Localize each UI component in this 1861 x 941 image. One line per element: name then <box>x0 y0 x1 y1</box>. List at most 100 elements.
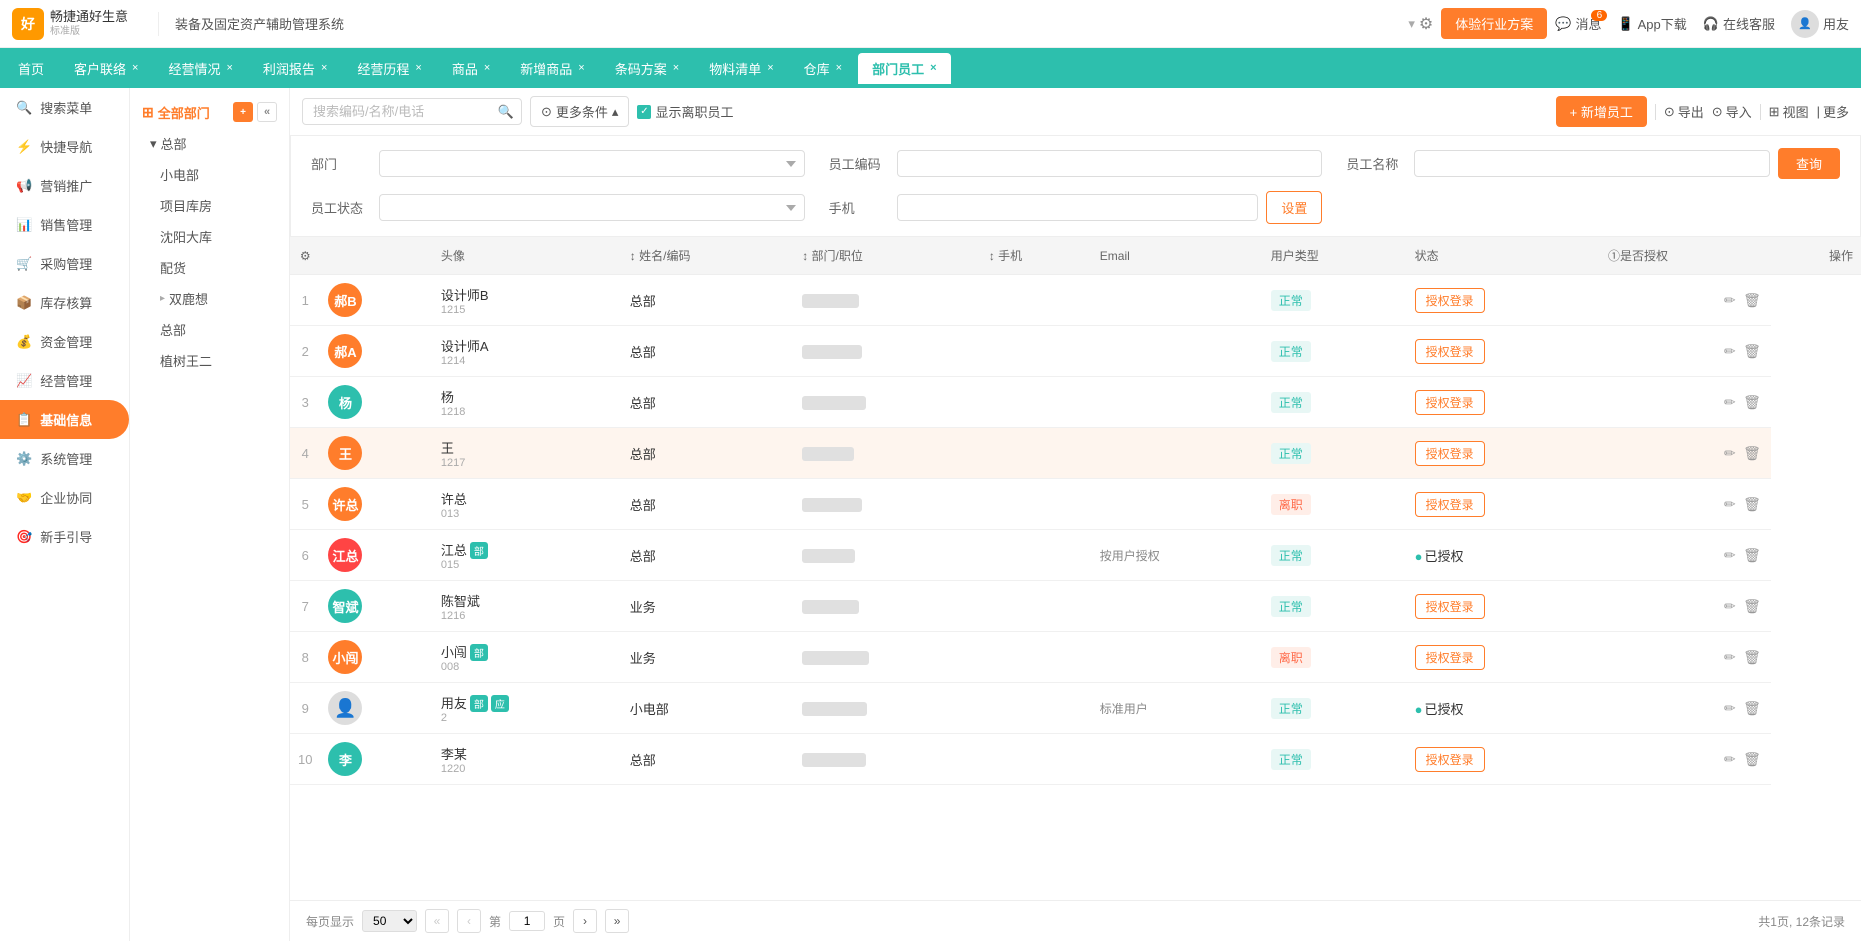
close-tab-icon[interactable]: × <box>836 62 842 74</box>
page-number-input[interactable] <box>509 911 545 931</box>
trial-button[interactable]: 体验行业方案 <box>1441 8 1547 39</box>
edit-button[interactable]: ✏ <box>1724 751 1736 767</box>
auth-login-button[interactable]: 授权登录 <box>1415 747 1485 772</box>
sidebar-item-系统管理[interactable]: ⚙️系统管理 <box>0 439 129 478</box>
nav-tab-物料清单[interactable]: 物料清单 × <box>695 53 787 84</box>
gear-icon[interactable]: ⚙ <box>1419 14 1433 34</box>
sidebar-item-基础信息[interactable]: 📋基础信息 <box>0 400 129 439</box>
dept-tree-item[interactable]: 小电部 <box>130 159 289 190</box>
dept-tree-item[interactable]: 沈阳大库 <box>130 221 289 252</box>
delete-button[interactable]: 🗑 <box>1743 343 1761 359</box>
export-button[interactable]: ⊙ 导出 <box>1664 102 1704 121</box>
delete-button[interactable]: 🗑 <box>1743 649 1761 665</box>
search-icon[interactable]: 🔍 <box>498 104 514 120</box>
collapse-dept-icon[interactable]: « <box>257 102 277 122</box>
edit-button[interactable]: ✏ <box>1724 547 1736 563</box>
close-tab-icon[interactable]: × <box>226 62 232 74</box>
delete-button[interactable]: 🗑 <box>1743 547 1761 563</box>
emp-code-input[interactable] <box>897 150 1323 177</box>
edit-button[interactable]: ✏ <box>1724 394 1736 410</box>
view-switch-button[interactable]: ⊞ 视图 <box>1769 102 1809 121</box>
emp-status-select[interactable] <box>379 194 805 221</box>
more-filter-button[interactable]: ⊙ 更多条件 ▴ <box>530 96 629 127</box>
next-page-button[interactable]: › <box>573 909 597 933</box>
nav-tab-客户联络[interactable]: 客户联络 × <box>60 53 152 84</box>
sidebar-item-经营管理[interactable]: 📈经营管理 <box>0 361 129 400</box>
delete-button[interactable]: 🗑 <box>1743 445 1761 461</box>
sidebar-item-企业协同[interactable]: 🤝企业协同 <box>0 478 129 517</box>
delete-button[interactable]: 🗑 <box>1743 700 1761 716</box>
auth-login-button[interactable]: 授权登录 <box>1415 339 1485 364</box>
close-tab-icon[interactable]: × <box>321 62 327 74</box>
nav-tab-商品[interactable]: 商品 × <box>438 53 504 84</box>
dept-tree-item[interactable]: 项目库房 <box>130 190 289 221</box>
delete-button[interactable]: 🗑 <box>1743 598 1761 614</box>
close-tab-icon[interactable]: × <box>673 62 679 74</box>
edit-button[interactable]: ✏ <box>1724 700 1736 716</box>
close-tab-icon[interactable]: × <box>132 62 138 74</box>
show-resigned-toggle[interactable]: ✓ 显示离职员工 <box>637 102 733 121</box>
delete-button[interactable]: 🗑 <box>1743 751 1761 767</box>
auth-login-button[interactable]: 授权登录 <box>1415 441 1485 466</box>
auth-login-button[interactable]: 授权登录 <box>1415 645 1485 670</box>
auth-login-button[interactable]: 授权登录 <box>1415 594 1485 619</box>
reset-button[interactable]: 设置 <box>1266 191 1322 224</box>
col-dept-position[interactable]: ↕ 部门/职位 <box>794 237 981 275</box>
nav-tab-首页[interactable]: 首页 <box>4 53 58 84</box>
first-page-button[interactable]: « <box>425 909 449 933</box>
emp-name-input[interactable] <box>1414 150 1770 177</box>
sidebar-item-库存核算[interactable]: 📦库存核算 <box>0 283 129 322</box>
add-dept-icon[interactable]: + <box>233 102 253 122</box>
delete-button[interactable]: 🗑 <box>1743 292 1761 308</box>
delete-button[interactable]: 🗑 <box>1743 394 1761 410</box>
prev-page-button[interactable]: ‹ <box>457 909 481 933</box>
auth-login-button[interactable]: 授权登录 <box>1415 492 1485 517</box>
auth-login-button[interactable]: 授权登录 <box>1415 390 1485 415</box>
add-employee-button[interactable]: + 新增员工 <box>1556 96 1647 127</box>
nav-tab-条码方案[interactable]: 条码方案 × <box>601 53 693 84</box>
close-tab-icon[interactable]: × <box>767 62 773 74</box>
more-button[interactable]: | 更多 <box>1817 102 1849 121</box>
edit-button[interactable]: ✏ <box>1724 292 1736 308</box>
message-button[interactable]: 💬 消息 6 <box>1555 14 1601 33</box>
nav-tab-新增商品[interactable]: 新增商品 × <box>506 53 598 84</box>
sidebar-item-资金管理[interactable]: 💰资金管理 <box>0 322 129 361</box>
edit-button[interactable]: ✏ <box>1724 649 1736 665</box>
dept-tree-item[interactable]: 双鹿想 <box>130 283 289 314</box>
col-phone[interactable]: ↕ 手机 <box>981 237 1092 275</box>
close-tab-icon[interactable]: × <box>930 62 936 74</box>
sidebar-item-销售管理[interactable]: 📊销售管理 <box>0 205 129 244</box>
nav-tab-经营情况[interactable]: 经营情况 × <box>154 53 246 84</box>
query-button[interactable]: 查询 <box>1778 148 1840 179</box>
nav-tab-经营历程[interactable]: 经营历程 × <box>343 53 435 84</box>
dept-tree-item[interactable]: 配货 <box>130 252 289 283</box>
delete-button[interactable]: 🗑 <box>1743 496 1761 512</box>
dept-tree-item[interactable]: 总部 <box>130 314 289 345</box>
user-button[interactable]: 👤 用友 <box>1791 10 1849 38</box>
edit-button[interactable]: ✏ <box>1724 598 1736 614</box>
sidebar-item-采购管理[interactable]: 🛒采购管理 <box>0 244 129 283</box>
close-tab-icon[interactable]: × <box>484 62 490 74</box>
dept-tree-item[interactable]: ▾总部 <box>130 128 289 159</box>
close-tab-icon[interactable]: × <box>415 62 421 74</box>
auth-login-button[interactable]: 授权登录 <box>1415 288 1485 313</box>
sidebar-item-搜索菜单[interactable]: 🔍搜索菜单 <box>0 88 129 127</box>
nav-tab-部门员工[interactable]: 部门员工 × <box>858 53 950 84</box>
sidebar-item-新手引导[interactable]: 🎯新手引导 <box>0 517 129 556</box>
nav-tab-仓库[interactable]: 仓库 × <box>790 53 856 84</box>
edit-button[interactable]: ✏ <box>1724 496 1736 512</box>
search-input[interactable] <box>302 98 522 125</box>
phone-input[interactable] <box>897 194 1259 221</box>
edit-button[interactable]: ✏ <box>1724 445 1736 461</box>
page-size-select[interactable]: 50 100 <box>362 910 417 932</box>
dropdown-arrow-icon[interactable]: ▾ <box>1408 16 1415 32</box>
edit-button[interactable]: ✏ <box>1724 343 1736 359</box>
dept-tree-item[interactable]: 植树王二 <box>130 345 289 376</box>
col-name-code[interactable]: ↕ 姓名/编码 <box>622 237 794 275</box>
sidebar-item-快捷导航[interactable]: ⚡快捷导航 <box>0 127 129 166</box>
import-button[interactable]: ⊙ 导入 <box>1712 102 1752 121</box>
nav-tab-利润报告[interactable]: 利润报告 × <box>249 53 341 84</box>
close-tab-icon[interactable]: × <box>578 62 584 74</box>
sidebar-item-营销推广[interactable]: 📢营销推广 <box>0 166 129 205</box>
last-page-button[interactable]: » <box>605 909 629 933</box>
